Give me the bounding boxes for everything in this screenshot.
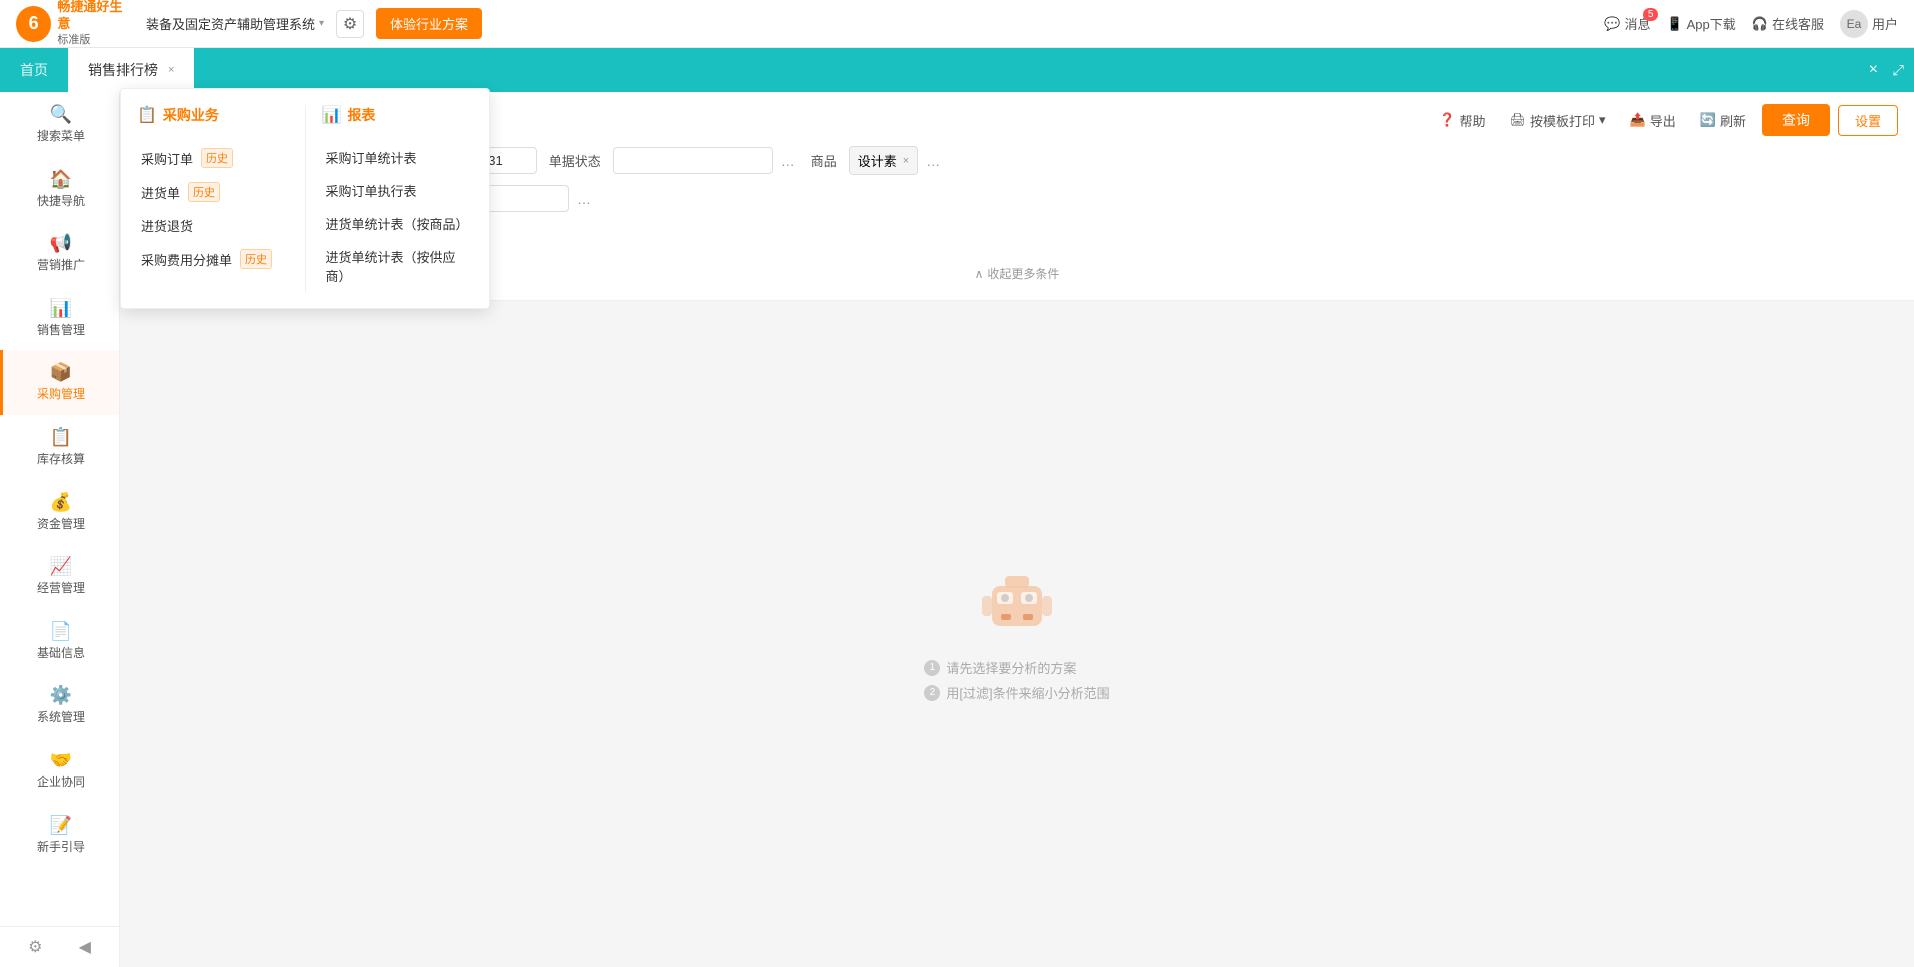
menu-col-report: 📊 报表 采购订单统计表 采购订单执行表 进货单统计表（按商品） 进货单统计表（… xyxy=(305,105,490,292)
empty-tips: 1 请先选择要分析的方案 2 用[过滤]条件来缩小分析范围 xyxy=(924,658,1109,702)
expand-tab-btn[interactable]: ⤢ xyxy=(1893,62,1904,79)
tab-sales-rank[interactable]: 销售排行榜 × xyxy=(68,48,194,92)
sales-icon: 📊 xyxy=(50,298,72,319)
marketing-icon: 📢 xyxy=(50,233,72,254)
toolbar-right: ❓ 帮助 🖨 按模板打印 ▾ 📤 导出 🔄 刷新 xyxy=(1431,104,1898,136)
menu-item-return[interactable]: 进货退货 xyxy=(137,209,289,242)
report-col-icon: 📊 xyxy=(322,105,342,125)
phone-icon: 📱 xyxy=(1666,16,1682,32)
menu-item-purchase-order[interactable]: 采购订单 历史 xyxy=(137,141,289,175)
tab-home[interactable]: 首页 xyxy=(0,48,68,92)
guide-icon: 📝 xyxy=(50,815,72,836)
sidebar-item-guide[interactable]: 📝 新手引导 xyxy=(0,803,119,868)
print-icon: 🖨 xyxy=(1510,112,1527,128)
empty-illustration xyxy=(967,566,1067,646)
empty-state: 1 请先选择要分析的方案 2 用[过滤]条件来缩小分析范围 xyxy=(120,301,1914,967)
refresh-icon: 🔄 xyxy=(1700,112,1716,128)
settings-icon-btn[interactable]: ⚙ xyxy=(336,10,364,38)
purchase-dropdown-menu: 📋 采购业务 采购订单 历史 进货单 历史 进货退货 采购费用分摊单 历史 📊 … xyxy=(120,88,490,309)
sidebar-item-finance[interactable]: 💰 资金管理 xyxy=(0,480,119,545)
sidebar-item-sales[interactable]: 📊 销售管理 xyxy=(0,286,119,351)
sidebar-bottom: ⚙ ◀ xyxy=(0,926,119,967)
topbar-right: 💬 消息 5 📱 App下载 🎧 在线客服 Ea 用户 xyxy=(1604,10,1898,38)
sidebar-item-marketing[interactable]: 📢 营销推广 xyxy=(0,221,119,286)
system-dropdown-arrow: ▾ xyxy=(319,18,324,29)
help-btn[interactable]: ❓ 帮助 xyxy=(1431,107,1493,134)
message-icon: 💬 xyxy=(1604,16,1620,32)
sidebar-collapse-btn[interactable]: ◀ xyxy=(79,937,91,957)
menu-col-report-title: 📊 报表 xyxy=(322,105,474,131)
system-title-area[interactable]: 装备及固定资产辅助管理系统 ▾ xyxy=(146,14,324,33)
purchase-col-icon: 📋 xyxy=(137,105,157,125)
export-icon: 📤 xyxy=(1630,112,1646,128)
logo-icon: 6 xyxy=(16,6,51,42)
logo-text: 畅捷通好生意 标准版 xyxy=(57,0,134,48)
voucher-status-label: 单据状态 xyxy=(549,151,601,170)
purchase-icon: 📦 xyxy=(50,362,72,383)
voucher-status-more-btn[interactable]: … xyxy=(777,153,799,169)
topbar-left: 6 畅捷通好生意 标准版 装备及固定资产辅助管理系统 ▾ ⚙ 体验行业方案 xyxy=(16,0,482,48)
topbar: 6 畅捷通好生意 标准版 装备及固定资产辅助管理系统 ▾ ⚙ 体验行业方案 💬 … xyxy=(0,0,1914,48)
history-badge-3: 历史 xyxy=(240,249,272,269)
print-dropdown-icon: ▾ xyxy=(1599,112,1606,128)
product-more-btn[interactable]: … xyxy=(922,153,944,169)
product-filter-tag: 设计素 × xyxy=(849,146,918,175)
system-title: 装备及固定资产辅助管理系统 xyxy=(146,14,315,33)
help-icon: ❓ xyxy=(1439,112,1455,128)
finance-icon: 💰 xyxy=(50,492,72,513)
query-btn[interactable]: 查询 xyxy=(1762,104,1830,136)
menu-item-order-stat[interactable]: 采购订单统计表 xyxy=(322,141,474,174)
refresh-btn[interactable]: 🔄 刷新 xyxy=(1692,107,1754,134)
sidebar-item-purchase[interactable]: 📦 采购管理 xyxy=(0,350,119,415)
print-btn[interactable]: 🖨 按模板打印 ▾ xyxy=(1502,107,1614,134)
close-all-tabs-btn[interactable]: × xyxy=(1869,61,1878,79)
sidebar-item-quick-nav[interactable]: 🏠 快捷导航 xyxy=(0,157,119,222)
search-icon: 🔍 xyxy=(50,104,72,125)
sidebar-item-system[interactable]: ⚙️ 系统管理 xyxy=(0,673,119,738)
menu-item-order-exec[interactable]: 采购订单执行表 xyxy=(322,174,474,207)
user-menu-btn[interactable]: Ea 用户 xyxy=(1840,10,1898,38)
product-tag-remove[interactable]: × xyxy=(903,155,909,167)
cooperation-icon: 🤝 xyxy=(50,750,72,771)
tab-close-icon[interactable]: × xyxy=(168,64,174,76)
avatar: Ea xyxy=(1840,10,1868,38)
export-btn[interactable]: 📤 导出 xyxy=(1622,107,1684,134)
sidebar-item-basic-info[interactable]: 📄 基础信息 xyxy=(0,609,119,674)
app-download-btn[interactable]: 📱 App下载 xyxy=(1666,14,1735,33)
sidebar-item-inventory[interactable]: 📋 库存核算 xyxy=(0,415,119,480)
menu-col-purchase-title: 📋 采购业务 xyxy=(137,105,289,131)
sidebar-item-operation[interactable]: 📈 经营管理 xyxy=(0,544,119,609)
sidebar: 🔍 搜索菜单 🏠 快捷导航 📢 营销推广 📊 销售管理 📦 采购管理 📋 库存核… xyxy=(0,92,120,967)
sidebar-settings-btn[interactable]: ⚙ xyxy=(28,937,42,957)
message-badge: 5 xyxy=(1643,8,1659,21)
menu-item-inbound-stat-product[interactable]: 进货单统计表（按商品） xyxy=(322,207,474,240)
product-label: 商品 xyxy=(811,151,837,170)
salesperson-more-btn[interactable]: … xyxy=(573,191,595,207)
set-btn[interactable]: 设置 xyxy=(1838,105,1898,136)
logo-area: 6 畅捷通好生意 标准版 xyxy=(16,0,134,48)
inventory-icon: 📋 xyxy=(50,427,72,448)
voucher-status-select[interactable] xyxy=(613,147,773,174)
online-service-btn[interactable]: 🎧 在线客服 xyxy=(1752,14,1824,33)
menu-col-purchase: 📋 采购业务 采购订单 历史 进货单 历史 进货退货 采购费用分摊单 历史 xyxy=(121,105,305,292)
operation-icon: 📈 xyxy=(50,556,72,577)
collapse-icon: ∧ xyxy=(975,267,984,281)
basic-info-icon: 📄 xyxy=(50,621,72,642)
system-icon: ⚙️ xyxy=(50,685,72,706)
menu-item-inbound[interactable]: 进货单 历史 xyxy=(137,175,289,209)
home-icon: 🏠 xyxy=(50,169,72,190)
navtabs: 首页 销售排行榜 × × ⤢ xyxy=(0,48,1914,92)
industry-btn[interactable]: 体验行业方案 xyxy=(376,8,482,39)
history-badge-0: 历史 xyxy=(201,148,233,168)
sidebar-item-cooperation[interactable]: 🤝 企业协同 xyxy=(0,738,119,803)
menu-item-inbound-stat-supplier[interactable]: 进货单统计表（按供应商） xyxy=(322,240,474,292)
history-badge-1: 历史 xyxy=(188,182,220,202)
sidebar-item-search[interactable]: 🔍 搜索菜单 xyxy=(0,92,119,157)
message-btn[interactable]: 💬 消息 5 xyxy=(1604,14,1650,33)
headset-icon: 🎧 xyxy=(1752,16,1768,32)
menu-item-expense[interactable]: 采购费用分摊单 历史 xyxy=(137,242,289,276)
